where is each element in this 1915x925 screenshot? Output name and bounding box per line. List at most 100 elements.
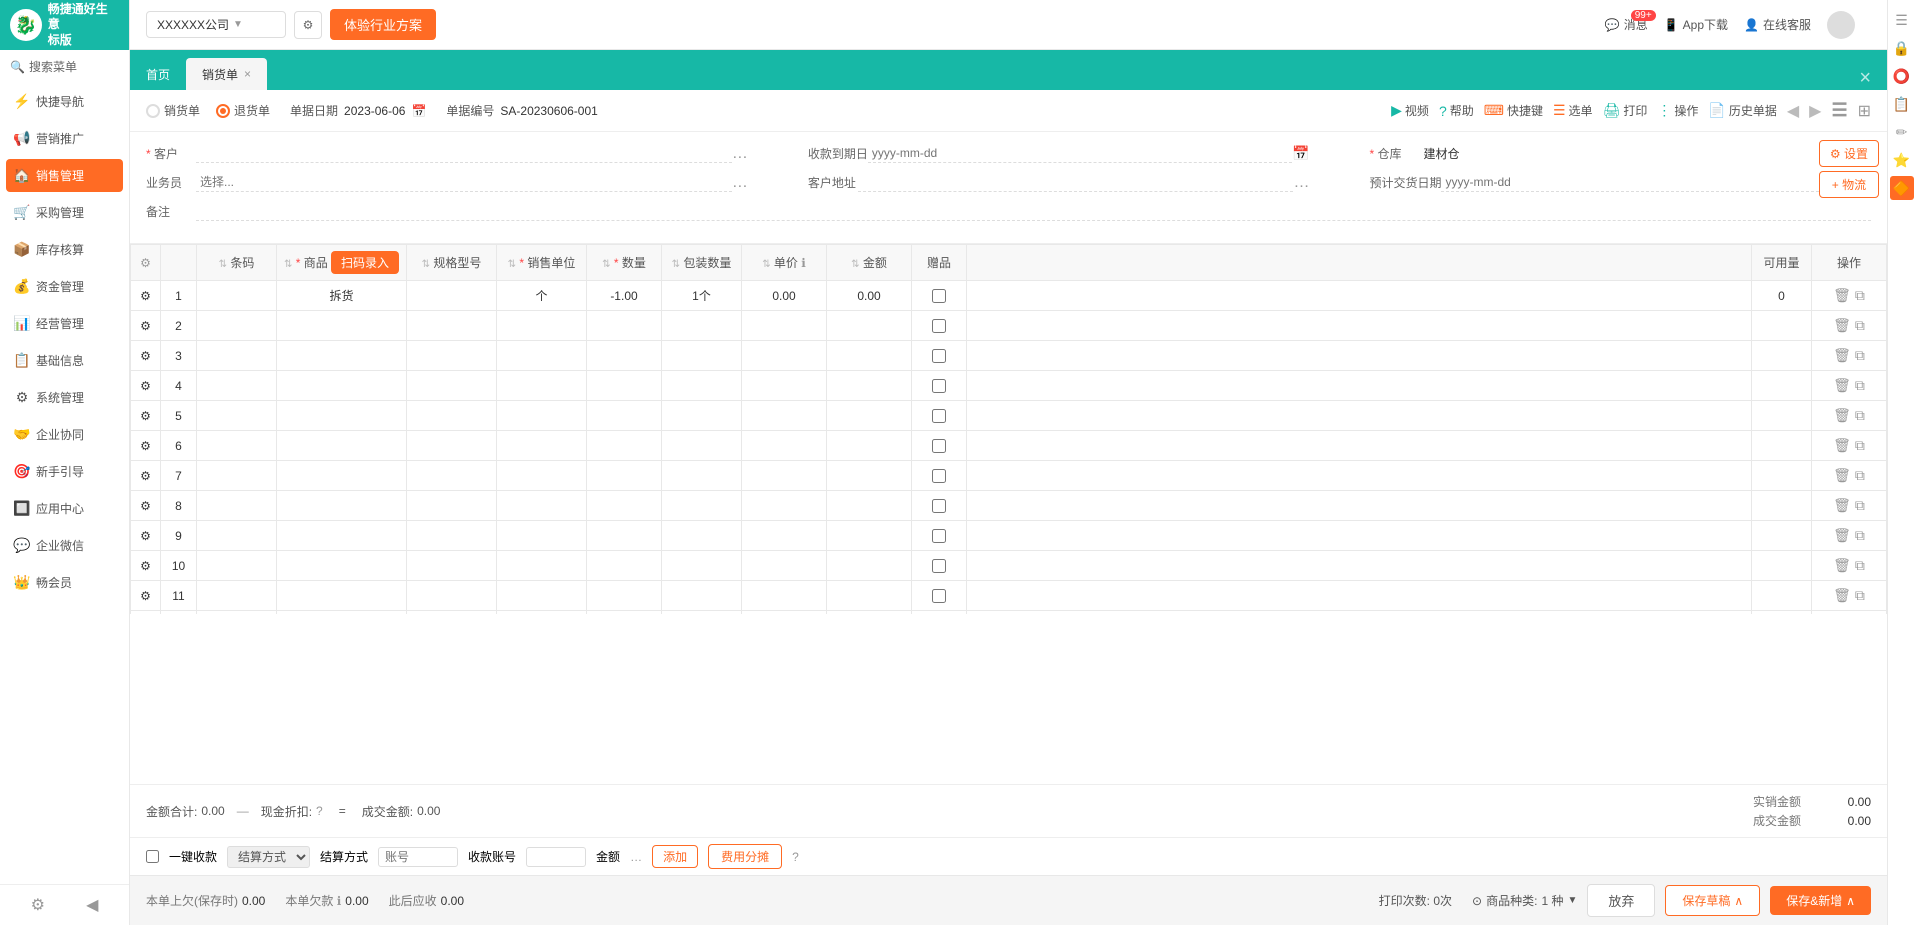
right-tool-star-icon[interactable]: ⭐ bbox=[1890, 148, 1914, 172]
row1-price[interactable]: 0.00 bbox=[742, 281, 827, 311]
qty-sort-icon[interactable]: ⇅ bbox=[602, 259, 610, 270]
video-btn[interactable]: ▶ 视频 bbox=[1391, 102, 1429, 119]
topbar-gear-button[interactable]: ⚙ bbox=[294, 11, 322, 39]
row1-gift[interactable] bbox=[912, 281, 967, 311]
help-btn[interactable]: ? 帮助 bbox=[1439, 102, 1474, 119]
sidebar-item-operations[interactable]: 📊 经营管理 bbox=[0, 305, 129, 342]
settings-button[interactable]: ⚙ 设置 bbox=[1819, 140, 1879, 167]
sidebar-search[interactable]: 🔍 搜索菜单 bbox=[0, 50, 129, 83]
r9-gear[interactable]: ⚙ bbox=[131, 521, 161, 551]
avatar[interactable] bbox=[1827, 11, 1855, 39]
tab-sales-order[interactable]: 销货单 × bbox=[186, 58, 267, 90]
customer-address-input[interactable] bbox=[858, 173, 1294, 192]
right-tool-lock-icon[interactable]: 🔒 bbox=[1890, 36, 1914, 60]
sidebar-item-member[interactable]: 👑 畅会员 bbox=[0, 564, 129, 601]
list-view-icon[interactable]: ☰ bbox=[1831, 100, 1847, 121]
r4-gear[interactable]: ⚙ bbox=[131, 371, 161, 401]
scan-button[interactable]: 扫码录入 bbox=[331, 251, 399, 274]
sidebar-item-wechat[interactable]: 💬 企业微信 bbox=[0, 527, 129, 564]
customer-dots-icon[interactable]: … bbox=[732, 145, 748, 163]
discard-button[interactable]: 放弃 bbox=[1587, 884, 1655, 917]
price-info-icon[interactable]: ℹ bbox=[801, 256, 806, 270]
right-tool-circle-icon[interactable]: ⭕ bbox=[1890, 64, 1914, 88]
company-selector[interactable]: XXXXXX公司 ▼ bbox=[146, 11, 286, 38]
r2-gear[interactable]: ⚙ bbox=[131, 311, 161, 341]
sidebar-item-sales[interactable]: 🏠 销售管理 bbox=[6, 159, 123, 192]
right-tool-edit-icon[interactable]: ✏ bbox=[1890, 120, 1914, 144]
logistics-button[interactable]: + 物流 bbox=[1819, 171, 1879, 198]
message-button[interactable]: 💬 消息 99+ bbox=[1605, 16, 1648, 33]
r3-gear[interactable]: ⚙ bbox=[131, 341, 161, 371]
operations-btn[interactable]: ⋮ 操作 bbox=[1657, 102, 1698, 119]
row1-pkgqty[interactable]: 1个 bbox=[662, 281, 742, 311]
payment-dots-icon[interactable]: … bbox=[630, 850, 642, 864]
save-new-button[interactable]: 保存&新增 ∧ bbox=[1770, 886, 1871, 915]
amount-sort-icon[interactable]: ⇅ bbox=[851, 259, 859, 270]
sidebar-item-enterprise[interactable]: 🤝 企业协同 bbox=[0, 416, 129, 453]
unit-sort-icon[interactable]: ⇅ bbox=[508, 259, 516, 270]
product-sort-icon[interactable]: ⇅ bbox=[284, 259, 292, 270]
sidebar-settings-icon[interactable]: ⚙ bbox=[31, 895, 45, 915]
spec-sort-icon[interactable]: ⇅ bbox=[422, 259, 430, 270]
online-support-button[interactable]: 👤 在线客服 bbox=[1744, 16, 1811, 33]
sidebar-item-inventory[interactable]: 📦 库存核算 bbox=[0, 231, 129, 268]
row1-qty[interactable]: -1.00 bbox=[587, 281, 662, 311]
tab-home[interactable]: 首页 bbox=[130, 58, 186, 90]
price-sort-icon[interactable]: ⇅ bbox=[762, 259, 770, 270]
notes-input[interactable] bbox=[196, 202, 1871, 221]
right-tool-clipboard-icon[interactable]: 📋 bbox=[1890, 92, 1914, 116]
row1-product[interactable]: 拆货 bbox=[277, 281, 407, 311]
r6-gear[interactable]: ⚙ bbox=[131, 431, 161, 461]
sidebar-item-marketing[interactable]: 📢 营销推广 bbox=[0, 120, 129, 157]
prev-icon[interactable]: ◀ bbox=[1787, 101, 1799, 121]
radio-sales-order[interactable]: 销货单 bbox=[146, 102, 200, 119]
sidebar-item-purchase[interactable]: 🛒 采购管理 bbox=[0, 194, 129, 231]
one-click-payment-checkbox[interactable] bbox=[146, 850, 159, 863]
history-btn[interactable]: 📄 历史单据 bbox=[1708, 102, 1776, 119]
row1-gift-checkbox[interactable] bbox=[932, 289, 946, 303]
r7-gear[interactable]: ⚙ bbox=[131, 461, 161, 491]
select-order-btn[interactable]: ☰ 选单 bbox=[1553, 102, 1593, 119]
barcode-sort-icon[interactable]: ⇅ bbox=[219, 259, 227, 270]
salesperson-dots-icon[interactable]: … bbox=[732, 174, 748, 192]
payment-calendar-icon[interactable]: 📅 bbox=[1292, 145, 1309, 162]
row1-delete-icon[interactable]: 🗑 bbox=[1833, 287, 1851, 304]
experience-button[interactable]: 体验行业方案 bbox=[330, 9, 436, 40]
cost-allocation-button[interactable]: 费用分摊 bbox=[708, 844, 782, 869]
r12-gear[interactable]: ⚙ bbox=[131, 611, 161, 615]
right-tool-list-icon[interactable]: ☰ bbox=[1890, 8, 1914, 32]
owe2-info-icon[interactable]: ℹ bbox=[337, 894, 342, 908]
grid-view-icon[interactable]: ⊞ bbox=[1858, 101, 1871, 121]
sidebar-collapse-icon[interactable]: ◀ bbox=[86, 895, 98, 915]
payment-date-input[interactable] bbox=[868, 144, 1292, 163]
payment-method-select[interactable]: 结算方式 bbox=[227, 846, 310, 868]
print-btn[interactable]: 🖨 打印 bbox=[1603, 102, 1648, 119]
save-draft-button[interactable]: 保存草稿 ∧ bbox=[1665, 885, 1760, 916]
account-input[interactable] bbox=[378, 847, 458, 867]
delivery-date-input[interactable] bbox=[1441, 173, 1853, 192]
right-tool-alert-icon[interactable]: 🔶 bbox=[1890, 176, 1914, 200]
r10-gear[interactable]: ⚙ bbox=[131, 551, 161, 581]
add-payment-button[interactable]: 添加 bbox=[652, 845, 698, 868]
product-type-selector[interactable]: ⊙ 商品种类: 1 种 ▼ bbox=[1472, 892, 1577, 909]
r11-gear[interactable]: ⚙ bbox=[131, 581, 161, 611]
next-icon[interactable]: ▶ bbox=[1809, 101, 1821, 121]
row1-spec[interactable] bbox=[407, 281, 497, 311]
row1-amount[interactable]: 0.00 bbox=[827, 281, 912, 311]
row1-unit[interactable]: 个 bbox=[497, 281, 587, 311]
r5-gear[interactable]: ⚙ bbox=[131, 401, 161, 431]
date-calendar-icon[interactable]: 📅 bbox=[411, 104, 426, 118]
pkgqty-sort-icon[interactable]: ⇅ bbox=[672, 259, 680, 270]
app-download-button[interactable]: 📱 App下载 bbox=[1664, 16, 1728, 33]
sidebar-item-basic[interactable]: 📋 基础信息 bbox=[0, 342, 129, 379]
sidebar-item-system[interactable]: ⚙ 系统管理 bbox=[0, 379, 129, 416]
address-dots-icon[interactable]: … bbox=[1293, 174, 1309, 192]
amount-input[interactable] bbox=[526, 847, 586, 867]
shortcut-btn[interactable]: ⌨ 快捷键 bbox=[1484, 102, 1543, 119]
sidebar-item-quick-nav[interactable]: ⚡ 快捷导航 bbox=[0, 83, 129, 120]
col-gear-header[interactable]: ⚙ bbox=[131, 245, 161, 281]
r8-gear[interactable]: ⚙ bbox=[131, 491, 161, 521]
customer-input[interactable] bbox=[196, 144, 732, 163]
row1-copy-icon[interactable]: ⧉ bbox=[1855, 287, 1865, 304]
sidebar-item-appstore[interactable]: 🔲 应用中心 bbox=[0, 490, 129, 527]
